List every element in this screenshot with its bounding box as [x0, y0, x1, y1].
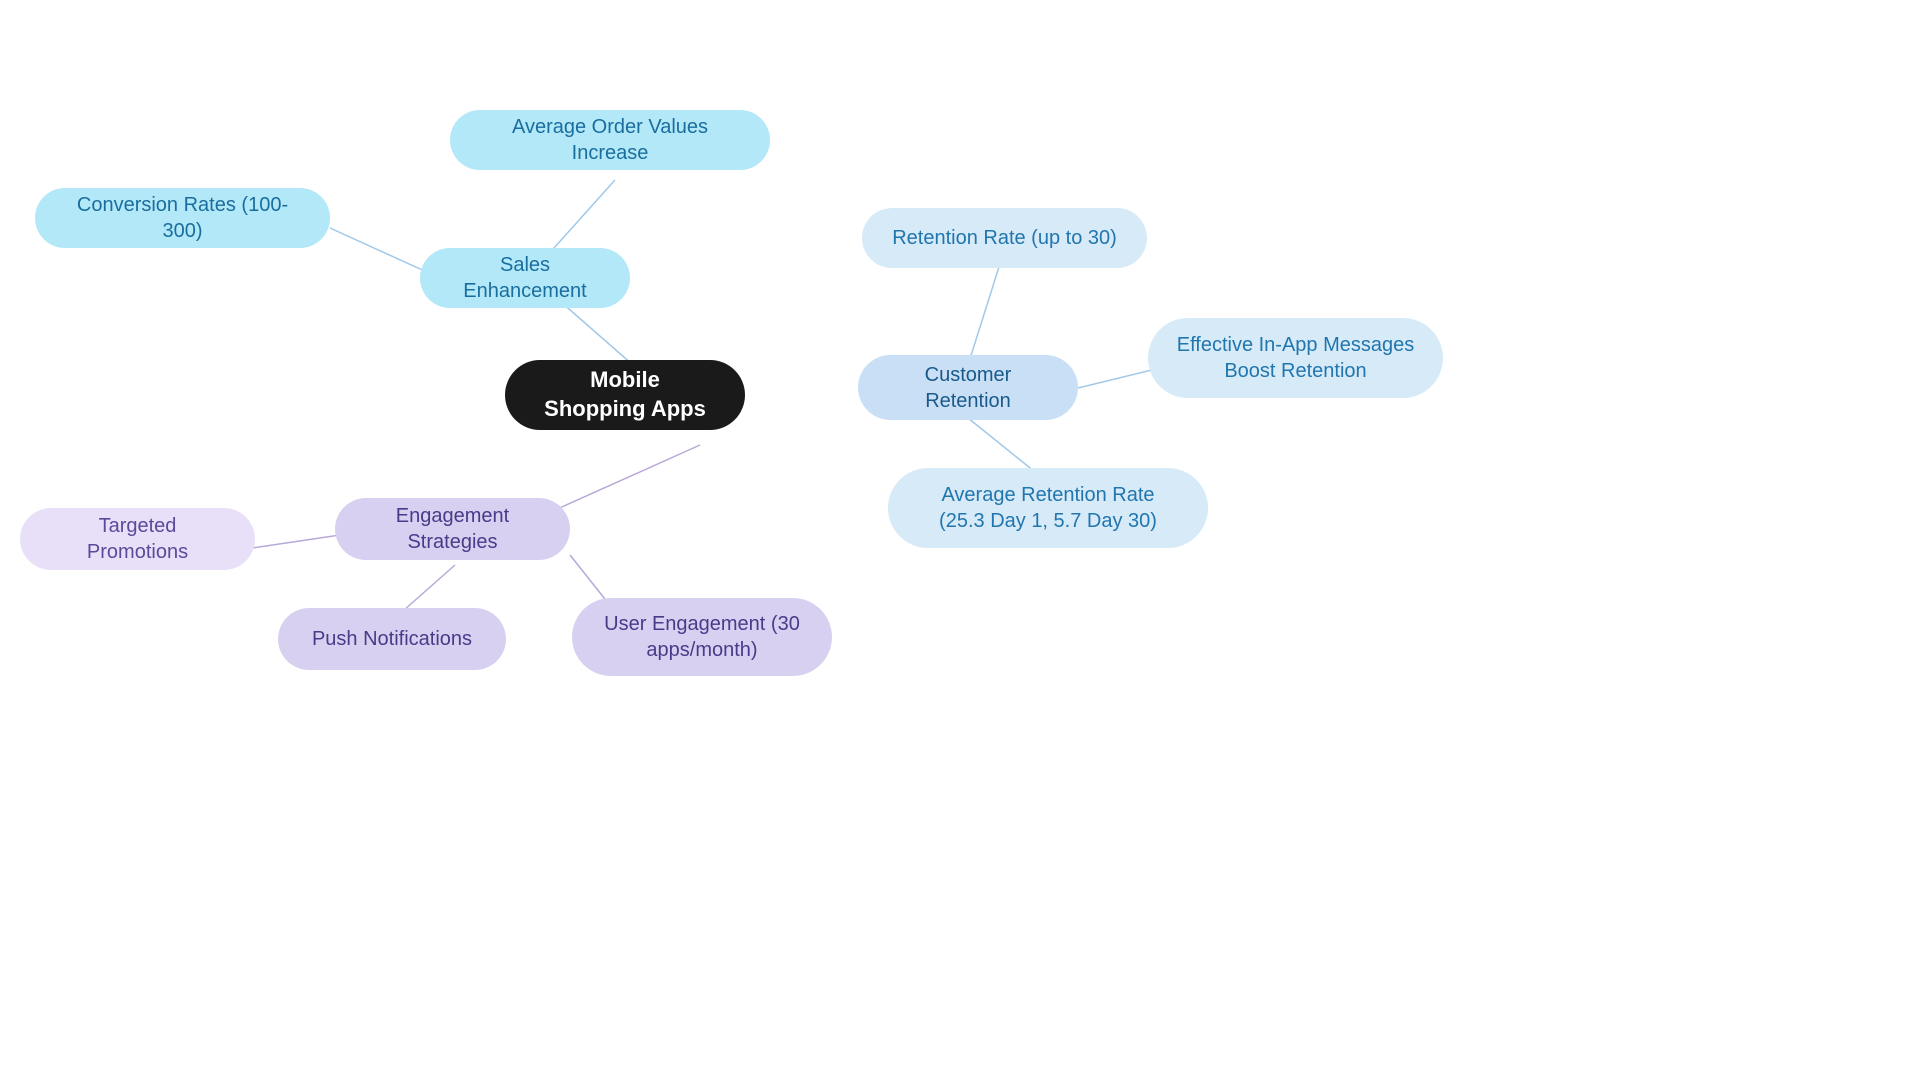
node-push-notifications: Push Notifications: [278, 608, 506, 670]
node-sales-enhancement: Sales Enhancement: [420, 248, 630, 308]
node-engagement-strategies: Engagement Strategies: [335, 498, 570, 560]
node-conversion-rates: Conversion Rates (100-300): [35, 188, 330, 248]
node-avg-retention-rate: Average Retention Rate (25.3 Day 1, 5.7 …: [888, 468, 1208, 548]
node-avg-order-values: Average Order Values Increase: [450, 110, 770, 170]
node-customer-retention: Customer Retention: [858, 355, 1078, 420]
node-user-engagement: User Engagement (30 apps/month): [572, 598, 832, 676]
node-retention-rate: Retention Rate (up to 30): [862, 208, 1147, 268]
node-center: Mobile Shopping Apps: [505, 360, 745, 430]
node-targeted-promotions: Targeted Promotions: [20, 508, 255, 570]
mind-map: Mobile Shopping Apps Sales Enhancement A…: [0, 0, 1920, 1083]
node-effective-in-app: Effective In-App Messages Boost Retentio…: [1148, 318, 1443, 398]
